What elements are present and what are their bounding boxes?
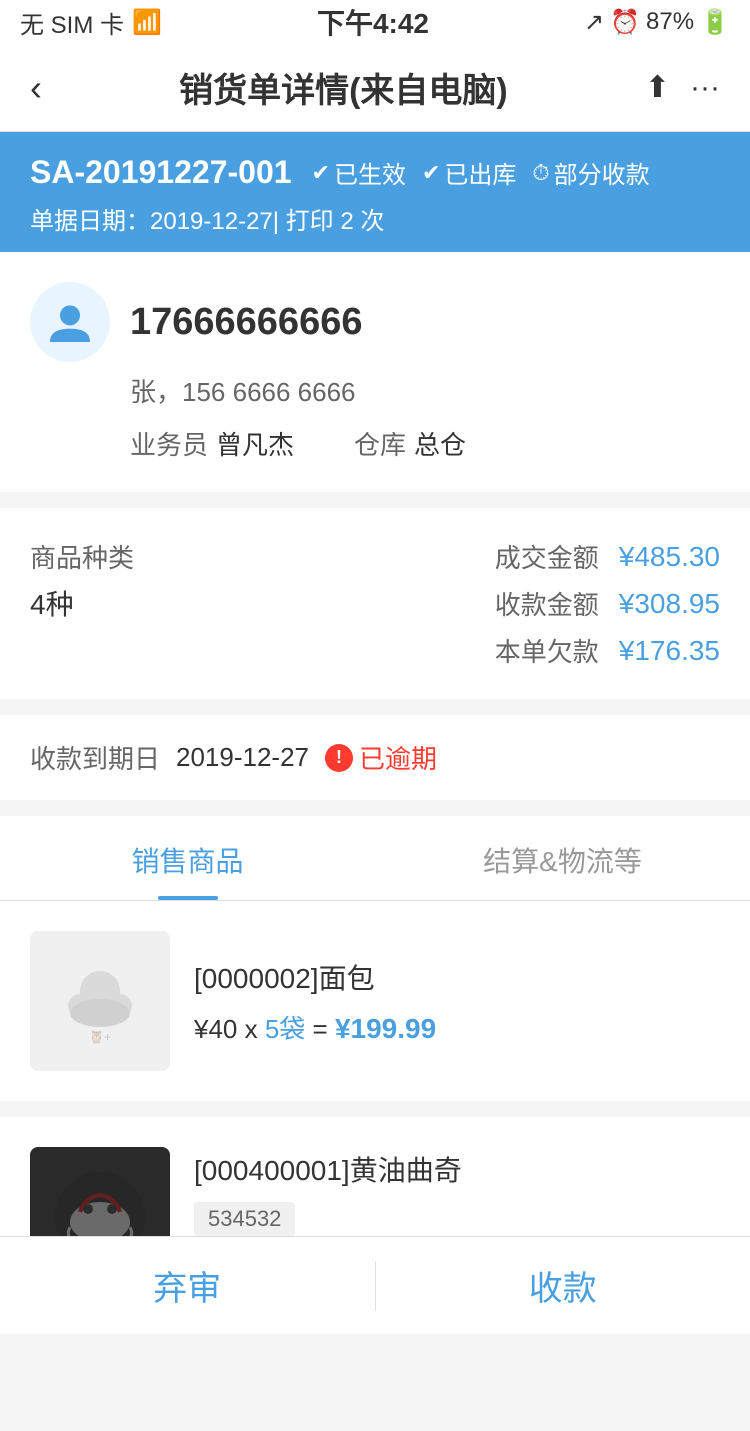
customer-meta: 业务员 曾凡杰 仓库 总仓 (30, 425, 720, 462)
carrier-text: 无 SIM 卡 (20, 5, 124, 40)
bottom-bar: 弃审 收款 (0, 1236, 750, 1334)
salesperson-label: 业务员 (130, 425, 208, 462)
customer-top: 17666666666 (30, 282, 720, 362)
nav-left: ‹ (30, 67, 42, 109)
product-image-1: 🦉+ (30, 931, 170, 1071)
location-icon: ↗ (584, 8, 604, 37)
product-name-1: [0000002]面包 (194, 957, 720, 997)
order-number-row: SA-20191227-001 ✔ 已生效 ✔ 已出库 ⏱ 部分收款 (30, 154, 720, 191)
owed-row: 本单欠款 ¥176.35 (495, 632, 720, 669)
warehouse-label: 仓库 (354, 425, 406, 462)
order-number: SA-20191227-001 (30, 154, 292, 191)
order-print-info: | 打印 2 次 (273, 208, 385, 235)
page-title: 销货单详情(来自电脑) (179, 63, 508, 112)
status-badge-effective: ✔ 已生效 (312, 155, 406, 190)
received-row: 收款金额 ¥308.95 (495, 585, 720, 622)
overdue-badge: ! 已逾期 (325, 739, 437, 776)
more-icon[interactable]: ··· (690, 71, 720, 105)
wifi-icon: 📶 (132, 8, 162, 37)
order-date-label: 单据日期： (30, 208, 150, 235)
status-partial-label: 部分收款 (554, 155, 650, 190)
summary-section: 商品种类 4种 成交金额 ¥485.30 收款金额 ¥308.95 本单欠款 ¥… (0, 508, 750, 699)
nav-right: ⬆ ··· (645, 70, 720, 105)
tabs-bar: 销售商品 结算&物流等 (0, 816, 750, 901)
confirm-button[interactable]: 收款 (376, 1261, 750, 1310)
product-unit-price-1: ¥40 x (194, 1014, 265, 1044)
order-header: SA-20191227-001 ✔ 已生效 ✔ 已出库 ⏱ 部分收款 单据日期：… (0, 132, 750, 252)
status-badge-partial: ⏱ 部分收款 (532, 155, 649, 190)
tab-settlement[interactable]: 结算&物流等 (375, 816, 750, 900)
order-date: 单据日期：2019-12-27| 打印 2 次 (30, 201, 720, 236)
salesperson-value: 曾凡杰 (216, 425, 294, 462)
overdue-icon: ! (325, 744, 353, 772)
due-section: 收款到期日 2019-12-27 ! 已逾期 (0, 715, 750, 800)
warehouse-value: 总仓 (414, 425, 466, 462)
customer-contact: 张，156 6666 6666 (30, 372, 720, 409)
tabs-section: 销售商品 结算&物流等 🦉+ [0000002]面包 ¥40 x 5袋 (0, 800, 750, 1431)
battery-icon: 🔋 (700, 8, 730, 37)
due-date-value: 2019-12-27 (176, 742, 309, 773)
amount-label: 成交金额 (495, 538, 599, 575)
check-icon-2: ✔ (422, 160, 440, 186)
received-value: ¥308.95 (619, 588, 720, 620)
summary-right: 成交金额 ¥485.30 收款金额 ¥308.95 本单欠款 ¥176.35 (495, 538, 720, 669)
order-date-value: 2019-12-27 (150, 208, 273, 235)
category-label: 商品种类 (30, 538, 134, 575)
customer-phone: 17666666666 (130, 301, 362, 344)
clock-icon: ⏱ (532, 160, 549, 186)
nav-bar: ‹ 销货单详情(来自电脑) ⬆ ··· (0, 44, 750, 132)
product-info-1: [0000002]面包 ¥40 x 5袋 = ¥199.99 (194, 957, 720, 1046)
owed-label: 本单欠款 (495, 632, 599, 669)
status-bar: 无 SIM 卡 📶 下午4:42 ↗ ⏰ 87% 🔋 (0, 0, 750, 44)
due-label: 收款到期日 (30, 739, 160, 776)
product-equals-1: = (313, 1014, 335, 1044)
customer-avatar (30, 282, 110, 362)
product-tag-2: 534532 (194, 1202, 295, 1236)
share-icon[interactable]: ⬆ (645, 70, 670, 105)
product-total-1: ¥199.99 (335, 1013, 436, 1044)
status-effective-label: 已生效 (334, 155, 406, 190)
svg-text:🦉+: 🦉+ (89, 1030, 111, 1044)
back-button[interactable]: ‹ (30, 67, 42, 109)
category-count: 4种 (30, 583, 134, 623)
cancel-button[interactable]: 弃审 (0, 1261, 375, 1310)
summary-left: 商品种类 4种 (30, 538, 134, 623)
status-time: 下午4:42 (317, 2, 429, 42)
tab-sales-products[interactable]: 销售商品 (0, 816, 375, 900)
product-qty-1: 5袋 (265, 1014, 305, 1044)
status-left: 无 SIM 卡 📶 (20, 5, 162, 40)
list-item: 🦉+ [0000002]面包 ¥40 x 5袋 = ¥199.99 (0, 901, 750, 1101)
customer-section: 17666666666 张，156 6666 6666 业务员 曾凡杰 仓库 总… (0, 252, 750, 492)
status-shipped-label: 已出库 (444, 155, 516, 190)
overdue-text: 已逾期 (359, 739, 437, 776)
status-badge-shipped: ✔ 已出库 (422, 155, 516, 190)
status-right: ↗ ⏰ 87% 🔋 (584, 8, 730, 37)
product-price-row-1: ¥40 x 5袋 = ¥199.99 (194, 1009, 720, 1046)
received-label: 收款金额 (495, 585, 599, 622)
product-name-2: [000400001]黄油曲奇 (194, 1149, 720, 1189)
amount-value: ¥485.30 (619, 541, 720, 573)
battery-text: 87% (646, 8, 694, 36)
check-icon-1: ✔ (312, 160, 330, 186)
amount-row: 成交金额 ¥485.30 (495, 538, 720, 575)
owed-value: ¥176.35 (619, 635, 720, 667)
alarm-icon: ⏰ (610, 8, 640, 37)
status-badges: ✔ 已生效 ✔ 已出库 ⏱ 部分收款 (312, 155, 650, 190)
